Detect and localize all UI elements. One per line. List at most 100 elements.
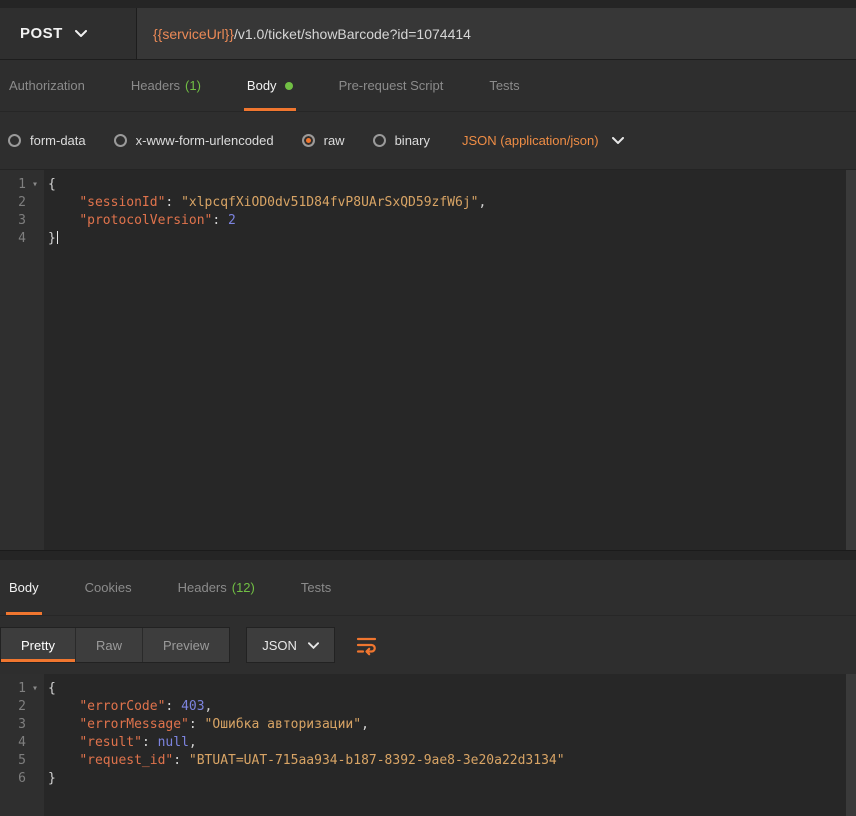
code-token: null [157,735,189,750]
tab-label: Headers [130,78,181,93]
body-type-row: form-data x-www-form-urlencoded raw bina… [0,112,856,170]
chevron-down-icon [307,641,319,649]
wrap-text-button[interactable] [353,632,381,658]
gutter-spacer [26,770,44,788]
tab-label: Authorization [9,78,85,93]
code-token: : [212,213,229,228]
gutter-spacer [26,212,44,230]
code-token: : [173,753,189,768]
code-token: "protocolVersion" [79,213,213,228]
tab-pre-request-script[interactable]: Pre-request Script [336,60,447,111]
fold-arrow-icon[interactable]: ▾ [26,176,44,194]
text-cursor [56,231,58,244]
preview-button[interactable]: Preview [143,628,229,662]
scrollbar[interactable] [846,674,856,816]
code-line: 3 "protocolVersion": 2 [0,212,856,230]
response-format-dropdown[interactable]: JSON [246,627,335,663]
fold-arrow-icon[interactable]: ▾ [26,680,44,698]
gutter-spacer [26,752,44,770]
code-line: 1 ▾ { [0,680,856,698]
request-code: 1 ▾ {2 "sessionId": "xlpcqfXiOD0dv51D84fvP… [0,176,856,248]
radio-label: raw [323,133,345,148]
tab-tests[interactable]: Tests [486,60,522,111]
code-token: , [478,195,487,210]
code-token: : [165,699,182,714]
code-token: "result" [79,735,142,750]
code-line: 4 "result": null, [0,734,856,752]
code-token: , [188,735,197,750]
method-dropdown[interactable]: POST [0,8,137,59]
response-body-viewer[interactable]: 1 ▾{2 "errorCode": 403, 3 "errorMessage": … [0,674,856,816]
code-line: 1 ▾ { [0,176,856,194]
line-number: 2 [18,195,26,210]
url-input[interactable]: {{serviceUrl}}/v1.0/ticket/showBarcode?i… [137,8,856,59]
radio-raw[interactable]: raw [301,133,345,148]
code-token: { [48,177,56,192]
gutter-spacer [26,734,44,752]
tab-label: Headers [177,580,227,595]
request-url-bar: POST {{serviceUrl}}/v1.0/ticket/showBarc… [0,8,856,60]
tab-label: Body [246,78,277,93]
raw-button[interactable]: Raw [76,628,143,662]
tab-cookies[interactable]: Cookies [82,560,135,615]
radio-form-data[interactable]: form-data [8,133,86,148]
code-token: , [204,699,213,714]
radio-x-www-form-urlencoded[interactable]: x-www-form-urlencoded [113,133,274,148]
code-line: 2 "sessionId": "xlpcqfXiOD0dv51D84fvP8UA… [0,194,856,212]
code-token: "BTUAT=UAT-715aa934-b187-8392-9ae8-3e20a… [188,753,565,768]
request-body-editor[interactable]: 1 ▾ {2 "sessionId": "xlpcqfXiOD0dv51D84fvP… [0,170,856,550]
response-toolbar: Pretty Raw Preview JSON [0,616,856,674]
view-mode-switch: Pretty Raw Preview [0,627,231,663]
tab-count: (1) [185,78,201,93]
wrap-text-icon [356,637,377,656]
response-code: 1 ▾{2 "errorCode": 403, 3 "errorMessage": … [0,680,856,788]
content-type-dropdown[interactable]: JSON (application/json) [462,133,624,148]
code-token: "errorCode" [79,699,166,714]
tab-headers[interactable]: Headers (1) [128,60,204,111]
tab-body[interactable]: Body [243,60,296,111]
code-token: 2 [228,213,236,228]
line-number: 6 [18,771,26,786]
tab-response-body[interactable]: Body [6,560,42,615]
gutter-spacer [26,716,44,734]
scrollbar[interactable] [846,170,856,550]
line-number: 1 [18,681,26,696]
url-path: /v1.0/ticket/showBarcode?id=1074414 [233,25,471,42]
green-dot-icon [284,81,293,90]
code-token: , [361,717,369,732]
radio-icon [113,134,127,147]
code-line: 3 "errorMessage": "Ошибка авторизации", [0,716,856,734]
code-token: { [48,681,56,696]
tab-label: Tests [300,580,332,595]
code-token: "request_id" [79,753,174,768]
radio-label: x-www-form-urlencoded [135,133,274,148]
radio-label: binary [394,133,430,148]
tab-response-tests[interactable]: Tests [298,560,334,615]
line-number: 3 [18,717,26,732]
top-strip [0,0,856,8]
pretty-button[interactable]: Pretty [1,628,76,662]
code-line: 4} [0,230,856,248]
gutter-spacer [26,194,44,212]
line-number: 4 [18,735,26,750]
code-line: 6} [0,770,856,788]
chevron-down-icon [611,137,624,144]
tab-authorization[interactable]: Authorization [6,60,88,111]
tab-label: Tests [489,78,520,93]
code-token: "xlpcqfXiOD0dv51D84fvP8UArSxQD59zfW6j" [181,195,479,210]
code-token: 403 [181,699,205,714]
tab-count: (12) [231,580,255,595]
tab-response-headers[interactable]: Headers (12) [175,560,258,615]
radio-icon [8,134,21,147]
response-tabs: Body Cookies Headers (12) Tests [0,560,856,616]
line-number: 1 [18,177,26,192]
active-tab-underline [6,612,42,615]
code-token: : [141,735,158,750]
radio-binary[interactable]: binary [372,133,430,148]
gutter-spacer [26,230,44,248]
code-token: } [48,231,56,246]
chevron-down-icon [74,30,87,37]
